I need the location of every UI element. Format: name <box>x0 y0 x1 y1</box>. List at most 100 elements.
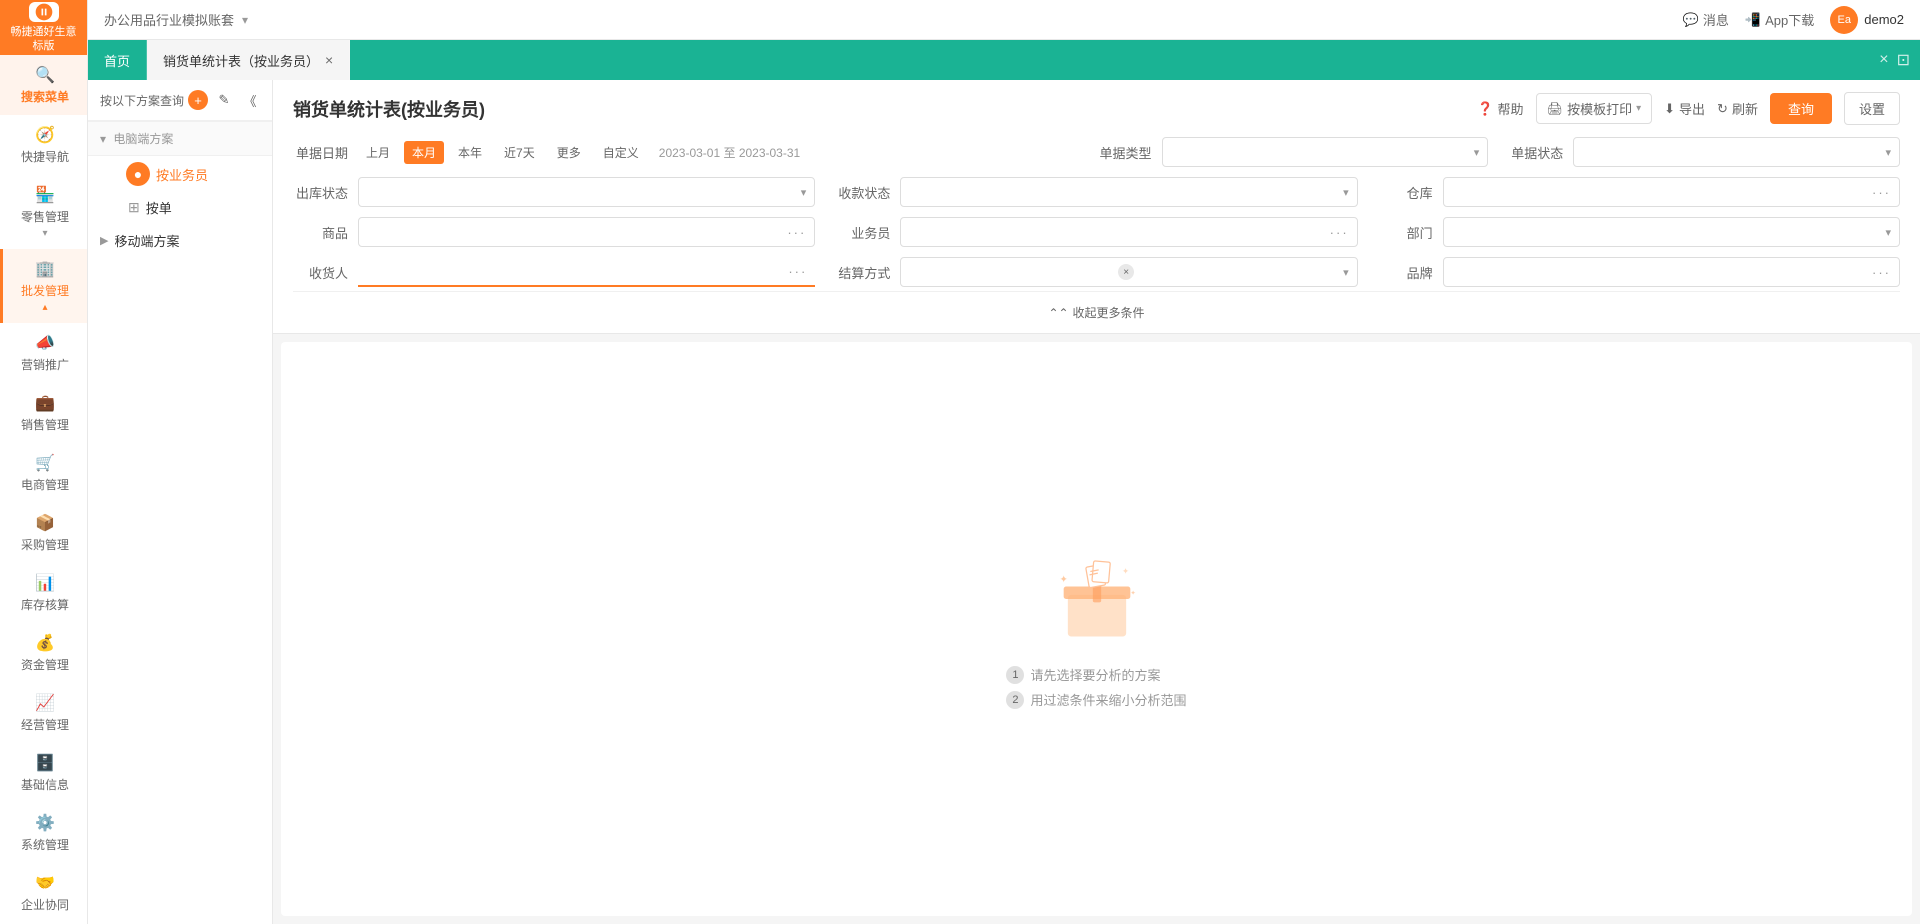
query-btn[interactable]: 查询 <box>1770 93 1832 124</box>
left-panel-title: 按以下方案查询 <box>100 92 184 109</box>
filter-row-4: 收货人 ··· 结算方式 × <box>293 257 1900 287</box>
sidebar-item-quick-nav[interactable]: 🧭 快捷导航 <box>0 115 88 175</box>
sidebar-item-quick-nav-label: 快捷导航 <box>21 148 69 165</box>
message-btn[interactable]: 💬 消息 <box>1683 10 1729 29</box>
date-btn-last7days[interactable]: 近7天 <box>496 141 543 164</box>
collapse-row: ⌃⌃ 收起更多条件 <box>293 291 1900 333</box>
filter-row-2: 出库状态 ▾ 收款状态 ▾ <box>293 177 1900 207</box>
sidebar-item-retail[interactable]: 🏪 零售管理 ▾ <box>0 175 88 249</box>
help-link[interactable]: ❓ 帮助 <box>1477 99 1523 118</box>
warehouse-select[interactable]: ··· <box>1443 177 1900 207</box>
tab-bar-right: × ⊡ <box>1869 40 1920 80</box>
refresh-link[interactable]: ↻ 刷新 <box>1717 99 1758 118</box>
empty-illustration: ✦ ✦ ✦ <box>1047 549 1147 649</box>
export-link[interactable]: ⬇ 导出 <box>1664 99 1705 118</box>
payment-select[interactable]: ▾ <box>900 177 1357 207</box>
logo-icon <box>29 2 59 22</box>
tree-item-by-order[interactable]: ⊞ 按单 <box>118 192 272 223</box>
sidebar-item-system-label: 系统管理 <box>21 836 69 853</box>
avatar-text: Ea <box>1838 14 1851 26</box>
download-icon: 📲 <box>1745 12 1761 28</box>
hint-text-1: 请先选择要分析的方案 <box>1030 665 1160 684</box>
settings-btn[interactable]: 设置 <box>1844 92 1900 125</box>
collapse-label: 收起更多条件 <box>1073 304 1145 321</box>
filter-col-date: 单据日期 上月 本月 本年 近7天 更多 自定义 2023-03-01 至 20… <box>293 141 1097 164</box>
collapse-btn[interactable]: ⌃⌃ 收起更多条件 <box>1036 300 1156 325</box>
tab-sales-stat-label: 销货单统计表（按业务员） <box>163 51 319 70</box>
sidebar-item-ecommerce[interactable]: 🛒 电商管理 <box>0 443 88 503</box>
order-type-select[interactable]: ▾ <box>1162 137 1489 167</box>
sidebar-item-purchase[interactable]: 📦 采购管理 <box>0 503 88 563</box>
sidebar-item-finance[interactable]: 💰 资金管理 <box>0 623 88 683</box>
wholesale-icon: 🏢 <box>35 259 55 279</box>
tab-sales-stat[interactable]: 销货单统计表（按业务员） × <box>147 40 350 80</box>
date-btn-custom[interactable]: 自定义 <box>595 141 647 164</box>
order-status-select[interactable]: ▾ <box>1573 137 1900 167</box>
tree-order-icon: ⊞ <box>128 199 140 216</box>
retail-icon: 🏪 <box>35 185 55 205</box>
app-download-label: App下载 <box>1765 10 1814 29</box>
tab-fullscreen-icon[interactable]: ⊡ <box>1897 50 1910 70</box>
sidebar-item-enterprise[interactable]: 🤝 企业协同 <box>0 863 88 923</box>
settlement-clear-btn[interactable]: × <box>1118 264 1134 280</box>
department-label: 部门 <box>1378 223 1443 242</box>
recipient-input[interactable]: ··· <box>358 257 815 287</box>
outbound-caret: ▾ <box>801 186 807 199</box>
date-btn-last-month[interactable]: 上月 <box>358 141 398 164</box>
chevron-down-icon: ▾ <box>42 228 47 239</box>
department-select[interactable]: ▾ <box>1443 217 1900 247</box>
template-print-chevron: ▾ <box>1636 103 1641 114</box>
hint-num-1: 1 <box>1006 666 1024 684</box>
filter-col-order-status: 单据状态 ▾ <box>1508 137 1900 167</box>
settlement-select[interactable]: × ▾ <box>900 257 1357 287</box>
warehouse-label: 仓库 <box>1378 183 1443 202</box>
app-logo: 畅捷通好生意 标版 <box>0 0 88 55</box>
filter-col-warehouse: 仓库 ··· <box>1378 177 1900 207</box>
help-icon: ❓ <box>1477 101 1493 117</box>
salesperson-select[interactable]: ··· <box>900 217 1357 247</box>
tab-home[interactable]: 首页 <box>88 40 147 80</box>
template-print-btn[interactable]: 🖨 按模板打印 ▾ <box>1536 93 1653 124</box>
collapse-panel-btn[interactable]: 《 <box>240 90 260 110</box>
sidebar-item-operation[interactable]: 📈 经营管理 <box>0 683 88 743</box>
filter-col-settlement: 结算方式 × ▾ <box>835 257 1377 287</box>
sidebar-item-wholesale[interactable]: 🏢 批发管理 ▴ <box>0 249 88 323</box>
section-mobile[interactable]: ▶ 移动端方案 <box>88 223 272 258</box>
filter-row-1: 单据日期 上月 本月 本年 近7天 更多 自定义 2023-03-01 至 20… <box>293 137 1900 167</box>
outbound-select[interactable]: ▾ <box>358 177 815 207</box>
sidebar-item-system[interactable]: ⚙️ 系统管理 <box>0 803 88 863</box>
collapse-arrow-icon: ⌃⌃ <box>1048 306 1068 320</box>
sidebar-item-purchase-label: 采购管理 <box>21 536 69 553</box>
tab-close-all-icon[interactable]: × <box>1879 51 1888 69</box>
tab-close-icon[interactable]: × <box>325 53 333 67</box>
payment-label: 收款状态 <box>835 183 900 202</box>
edit-scheme-btn[interactable]: ✎ <box>214 90 234 110</box>
operation-icon: 📈 <box>35 693 55 713</box>
recipient-label: 收货人 <box>293 263 358 282</box>
date-btn-more[interactable]: 更多 <box>549 141 589 164</box>
filter-col-recipient: 收货人 ··· <box>293 257 835 287</box>
date-btn-this-year[interactable]: 本年 <box>450 141 490 164</box>
date-range-text: 2023-03-01 至 2023-03-31 <box>659 144 800 161</box>
user-area[interactable]: Ea demo2 <box>1830 6 1904 34</box>
sidebar-item-inventory[interactable]: 📊 库存核算 <box>0 563 88 623</box>
sidebar-item-marketing[interactable]: 📣 营销推广 <box>0 323 88 383</box>
date-btn-this-month[interactable]: 本月 <box>404 141 444 164</box>
app-download-btn[interactable]: 📲 App下载 <box>1745 10 1814 29</box>
empty-state: ✦ ✦ ✦ 1 请先选择要分析的方案 2 用过滤条件来缩小分析范围 <box>281 342 1912 916</box>
refresh-label: 刷新 <box>1732 99 1758 118</box>
tree-item-by-salesperson-label: 按业务员 <box>156 165 208 184</box>
page-header: 销货单统计表(按业务员) ❓ 帮助 🖨 按模板打印 ▾ ⬇ <box>273 80 1920 334</box>
avatar: Ea <box>1830 6 1858 34</box>
sidebar-item-basic[interactable]: 🗄️ 基础信息 <box>0 743 88 803</box>
marketing-icon: 📣 <box>35 333 55 353</box>
breadcrumb: 办公用品行业模拟账套 ▾ <box>104 10 248 29</box>
brand-select[interactable]: ··· <box>1443 257 1900 287</box>
sidebar-item-search[interactable]: 🔍 搜索菜单 <box>0 55 88 115</box>
tree-item-by-salesperson[interactable]: ● 按业务员 <box>118 156 272 192</box>
add-scheme-btn[interactable]: + <box>188 90 208 110</box>
breadcrumb-chevron: ▾ <box>242 13 248 27</box>
goods-select[interactable]: ··· <box>358 217 815 247</box>
sidebar-item-sales[interactable]: 💼 销售管理 <box>0 383 88 443</box>
svg-text:✦: ✦ <box>1130 589 1136 597</box>
